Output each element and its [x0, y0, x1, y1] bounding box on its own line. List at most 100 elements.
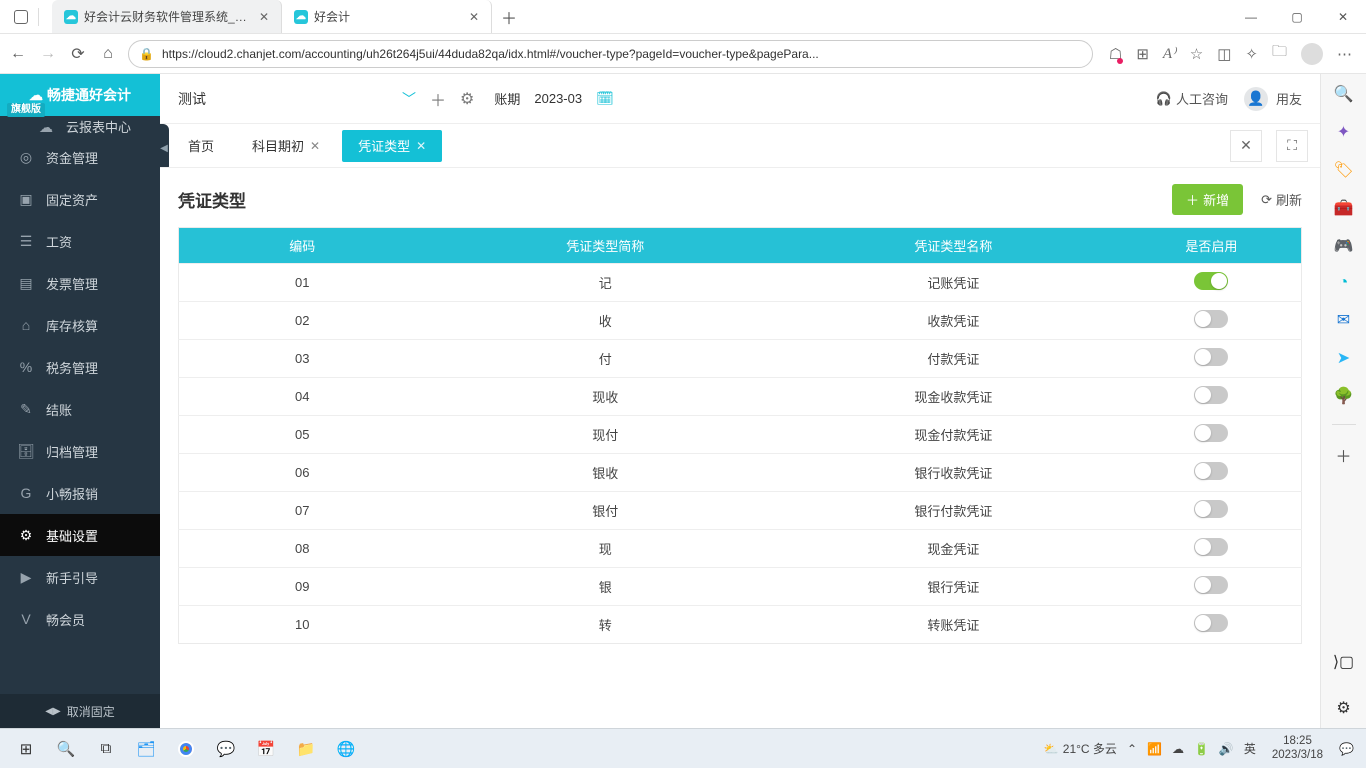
window-close[interactable]: ✕ [1320, 0, 1366, 33]
taskview-icon[interactable]: ⧉ [86, 729, 126, 768]
enable-toggle[interactable] [1194, 272, 1228, 290]
rail-send-icon[interactable]: ➤ [1337, 348, 1350, 368]
enable-toggle[interactable] [1194, 310, 1228, 328]
extensions-icon[interactable]: ⊞ [1136, 45, 1149, 63]
calendar-icon[interactable]: 🗓 [596, 90, 614, 107]
clock[interactable]: 18:25 2023/3/18 [1266, 735, 1329, 761]
chrome-icon[interactable] [166, 729, 206, 768]
new-tab-button[interactable]: ＋ [492, 0, 526, 33]
close-all-tabs[interactable]: ✕ [1230, 130, 1262, 162]
rail-games-icon[interactable]: 🎮 [1334, 236, 1354, 256]
table-row[interactable]: 10转转账凭证 [179, 606, 1302, 644]
rail-shopping-icon[interactable]: 🏷 [1333, 160, 1353, 180]
table-row[interactable]: 03付付款凭证 [179, 340, 1302, 378]
weather-widget[interactable]: ⛅ 21°C 多云 [1044, 740, 1117, 757]
new-button[interactable]: ＋ 新增 [1172, 184, 1243, 215]
collections-icon[interactable]: 🗀 [1272, 41, 1287, 66]
table-row[interactable]: 09银银行凭证 [179, 568, 1302, 606]
table-row[interactable]: 04现收现金收款凭证 [179, 378, 1302, 416]
home-icon[interactable]: ⌂ [98, 45, 118, 63]
close-icon[interactable]: ✕ [469, 10, 479, 24]
sidebar-item[interactable]: ▤发票管理 [0, 262, 160, 304]
forward-icon[interactable]: → [38, 45, 58, 63]
company-selector[interactable]: 测试 ﹀ [178, 89, 416, 109]
sidebar-item[interactable]: V畅会员 [0, 598, 160, 640]
rail-outlook-icon[interactable]: ✉ [1337, 310, 1350, 330]
sidebar-item[interactable]: ▶新手引导 [0, 556, 160, 598]
enable-toggle[interactable] [1194, 538, 1228, 556]
favorites-bar-icon[interactable]: ✧ [1245, 45, 1258, 63]
calendar-task-icon[interactable]: 📅 [246, 729, 286, 768]
enable-toggle[interactable] [1194, 386, 1228, 404]
close-icon[interactable]: ✕ [259, 10, 269, 24]
workspace-icon[interactable] [14, 10, 28, 24]
ime-indicator[interactable]: 英 [1244, 740, 1256, 757]
address-bar[interactable]: 🔒 https://cloud2.chanjet.com/accounting/… [128, 40, 1093, 68]
favorite-icon[interactable]: ☆ [1190, 45, 1203, 63]
sidebar-footer[interactable]: ◀▶ 取消固定 [0, 694, 160, 728]
taskbar-search-icon[interactable]: 🔍 [46, 729, 86, 768]
tray-chevron[interactable]: ⌃ [1127, 742, 1137, 756]
rail-add-icon[interactable]: ＋ [1335, 443, 1351, 467]
page-tab[interactable]: 凭证类型✕ [342, 130, 442, 162]
rail-copilot-icon[interactable]: ✦ [1337, 122, 1350, 142]
settings-menu-icon[interactable]: ⋯ [1337, 45, 1352, 63]
enable-toggle[interactable] [1194, 462, 1228, 480]
browser-tab[interactable]: ☁好会计云财务软件管理系统_会计...✕ [52, 0, 282, 33]
table-row[interactable]: 05现付现金付款凭证 [179, 416, 1302, 454]
table-row[interactable]: 02收收款凭证 [179, 302, 1302, 340]
table-row[interactable]: 07银付银行付款凭证 [179, 492, 1302, 530]
add-icon[interactable]: ＋ [430, 87, 446, 111]
volume-icon[interactable]: 🔊 [1219, 742, 1234, 756]
rail-tools-icon[interactable]: 🧰 [1334, 198, 1354, 218]
sidebar-item[interactable]: 🗄归档管理 [0, 430, 160, 472]
gear-icon[interactable]: ⚙ [460, 89, 474, 109]
rail-search-icon[interactable]: 🔍 [1334, 84, 1354, 104]
rail-collapse-icon[interactable]: ⟩▢ [1333, 652, 1354, 672]
user-chip[interactable]: 👤 用友 [1244, 87, 1302, 111]
sidebar-item-partial[interactable]: ☁ 云报表中心 [0, 116, 160, 136]
rail-tree-icon[interactable]: 🌳 [1334, 386, 1354, 406]
fullscreen-icon[interactable]: ⛶ [1276, 130, 1308, 162]
enable-toggle[interactable] [1194, 500, 1228, 518]
browser-tab[interactable]: ☁好会计✕ [282, 0, 492, 33]
refresh-icon[interactable]: ⟳ [68, 44, 88, 64]
notify-icon[interactable]: ☖ [1109, 45, 1122, 63]
refresh-button[interactable]: ⟳ 刷新 [1261, 190, 1302, 209]
sidebar-item[interactable]: ☰工资 [0, 220, 160, 262]
sidebar-item[interactable]: ⚙基础设置 [0, 514, 160, 556]
support-link[interactable]: 🎧 人工咨询 [1156, 89, 1228, 108]
back-icon[interactable]: ← [8, 45, 28, 63]
page-tab[interactable]: 首页 [172, 130, 230, 162]
enable-toggle[interactable] [1194, 348, 1228, 366]
profile-icon[interactable] [1301, 43, 1323, 65]
enable-toggle[interactable] [1194, 614, 1228, 632]
sidebar-item[interactable]: ✎结账 [0, 388, 160, 430]
split-view-icon[interactable]: ◫ [1217, 45, 1231, 63]
wechat-icon[interactable]: 💬 [206, 729, 246, 768]
explorer-icon[interactable]: 🗂 [126, 729, 166, 768]
sidebar-item[interactable]: ▣固定资产 [0, 178, 160, 220]
window-minimize[interactable]: — [1228, 0, 1274, 33]
files-icon[interactable]: 📁 [286, 729, 326, 768]
start-icon[interactable]: ⊞ [6, 729, 46, 768]
cloud-sync-icon[interactable]: ☁ [1172, 742, 1184, 756]
battery-icon[interactable]: 🔋 [1194, 742, 1209, 756]
table-row[interactable]: 08现现金凭证 [179, 530, 1302, 568]
rail-edge-icon[interactable]: ◔ [1339, 274, 1349, 292]
enable-toggle[interactable] [1194, 424, 1228, 442]
table-row[interactable]: 06银收银行收款凭证 [179, 454, 1302, 492]
enable-toggle[interactable] [1194, 576, 1228, 594]
close-icon[interactable]: ✕ [310, 139, 320, 153]
read-aloud-icon[interactable]: A⁾ [1163, 44, 1176, 63]
wifi-icon[interactable]: 📶 [1147, 742, 1162, 756]
notifications-icon[interactable]: 💬 [1339, 742, 1354, 756]
sidebar-item[interactable]: ⌂库存核算 [0, 304, 160, 346]
window-maximize[interactable]: ▢ [1274, 0, 1320, 33]
close-icon[interactable]: ✕ [416, 139, 426, 153]
rail-settings-icon[interactable]: ⚙ [1336, 698, 1350, 718]
table-row[interactable]: 01记记账凭证 [179, 264, 1302, 302]
sidebar-item[interactable]: G小畅报销 [0, 472, 160, 514]
sidebar-item[interactable]: ◎资金管理 [0, 136, 160, 178]
edge-task-icon[interactable]: 🌐 [326, 729, 366, 768]
